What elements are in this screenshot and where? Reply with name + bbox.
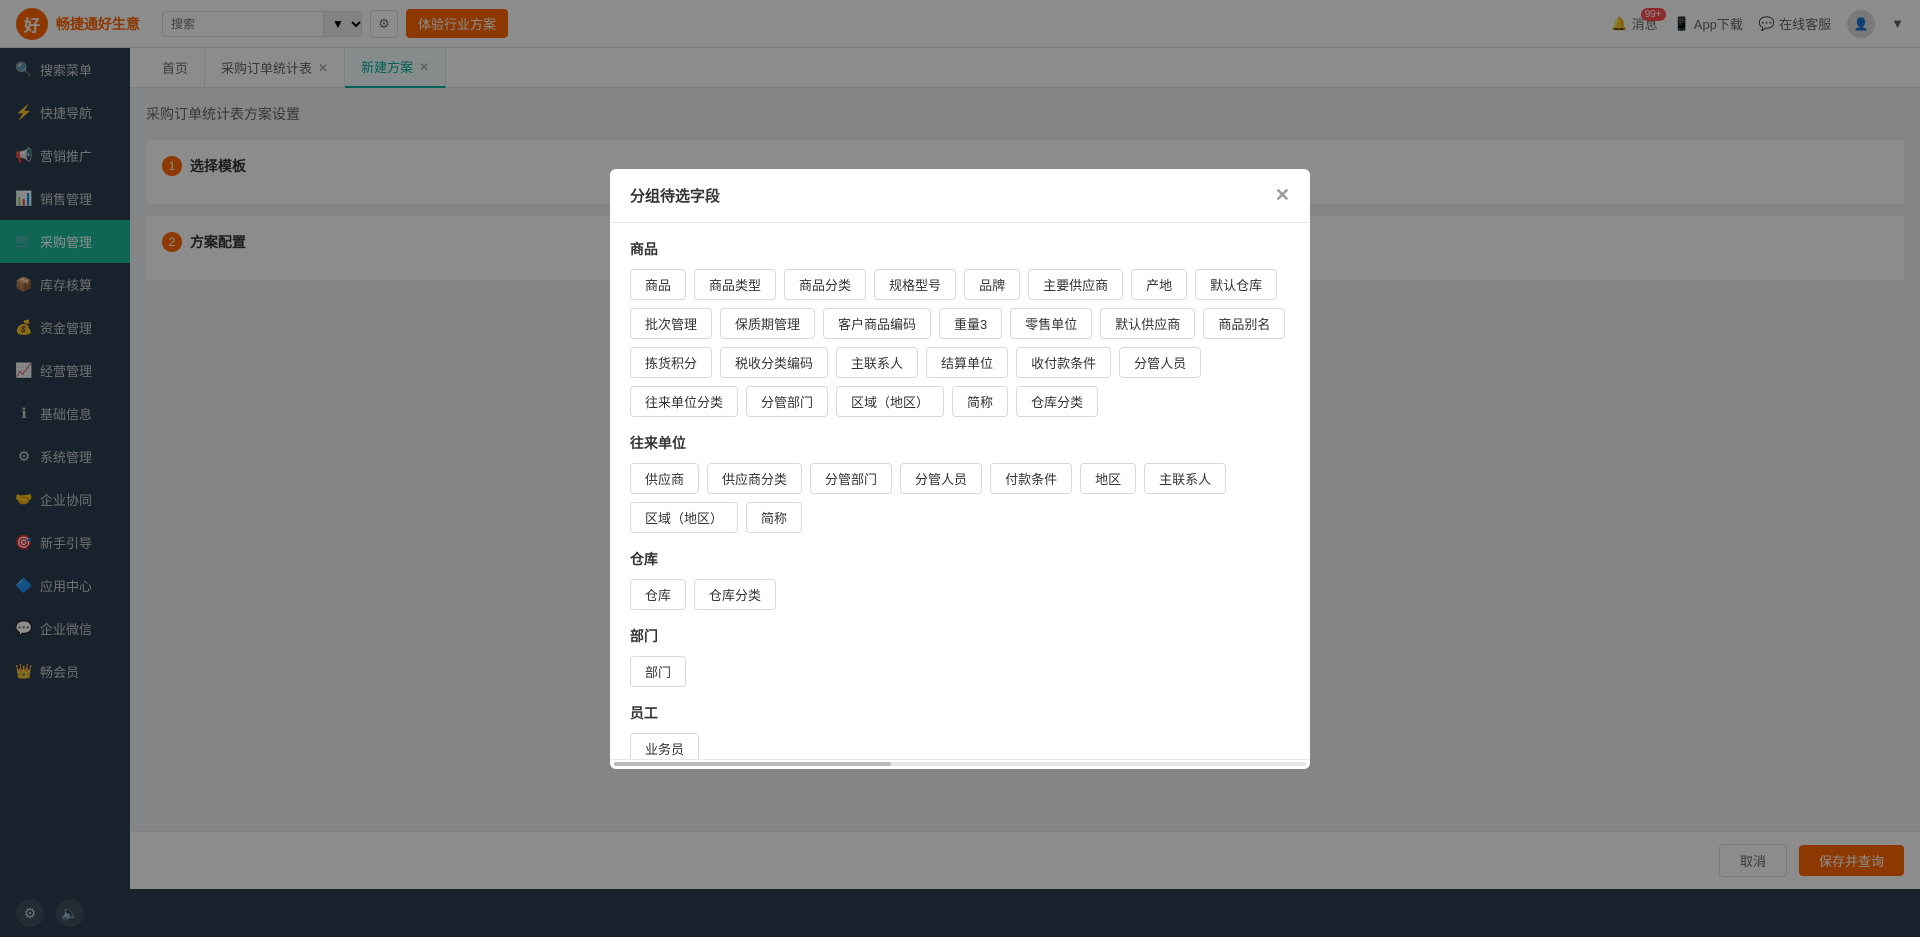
- field-tag-3-0[interactable]: 部门: [630, 656, 686, 687]
- field-group-2: 仓库仓库分类: [630, 579, 1290, 610]
- modal-close-button[interactable]: ✕: [1275, 186, 1290, 204]
- field-tag-0-12[interactable]: 零售单位: [1010, 308, 1092, 339]
- field-tag-0-18[interactable]: 结算单位: [926, 347, 1008, 378]
- field-tag-1-3[interactable]: 分管人员: [900, 463, 982, 494]
- field-tag-0-25[interactable]: 仓库分类: [1016, 386, 1098, 417]
- field-tag-0-5[interactable]: 主要供应商: [1028, 269, 1123, 300]
- section-title-1: 往来单位: [630, 433, 1290, 453]
- section-title-3: 部门: [630, 626, 1290, 646]
- field-tag-0-6[interactable]: 产地: [1131, 269, 1187, 300]
- field-tag-0-23[interactable]: 区域（地区）: [836, 386, 944, 417]
- field-tag-1-6[interactable]: 主联系人: [1144, 463, 1226, 494]
- field-tag-1-5[interactable]: 地区: [1080, 463, 1136, 494]
- field-tag-1-7[interactable]: 区域（地区）: [630, 502, 738, 533]
- field-group-0: 商品商品类型商品分类规格型号品牌主要供应商产地默认仓库批次管理保质期管理客户商品…: [630, 269, 1290, 417]
- modal-body[interactable]: 商品商品商品类型商品分类规格型号品牌主要供应商产地默认仓库批次管理保质期管理客户…: [610, 223, 1310, 759]
- section-title-0: 商品: [630, 239, 1290, 259]
- field-tag-0-4[interactable]: 品牌: [964, 269, 1020, 300]
- field-tag-0-13[interactable]: 默认供应商: [1100, 308, 1195, 339]
- field-tag-0-11[interactable]: 重量3: [939, 308, 1002, 339]
- field-tag-0-15[interactable]: 拣货积分: [630, 347, 712, 378]
- field-tag-0-3[interactable]: 规格型号: [874, 269, 956, 300]
- field-tag-0-17[interactable]: 主联系人: [836, 347, 918, 378]
- field-tag-1-2[interactable]: 分管部门: [810, 463, 892, 494]
- field-tag-0-7[interactable]: 默认仓库: [1195, 269, 1277, 300]
- field-tag-0-22[interactable]: 分管部门: [746, 386, 828, 417]
- field-group-1: 供应商供应商分类分管部门分管人员付款条件地区主联系人区域（地区） 简称: [630, 463, 1290, 533]
- modal-header: 分组待选字段 ✕: [610, 169, 1310, 223]
- field-tag-0-9[interactable]: 保质期管理: [720, 308, 815, 339]
- section-title-4: 员工: [630, 703, 1290, 723]
- modal-overlay: 分组待选字段 ✕ 商品商品商品类型商品分类规格型号品牌主要供应商产地默认仓库批次…: [0, 0, 1920, 937]
- field-tag-0-0[interactable]: 商品: [630, 269, 686, 300]
- field-tag-0-20[interactable]: 分管人员: [1119, 347, 1201, 378]
- field-group-3: 部门: [630, 656, 1290, 687]
- field-tag-0-14[interactable]: 商品别名: [1203, 308, 1285, 339]
- field-group-4: 业务员: [630, 733, 1290, 759]
- field-tag-4-0[interactable]: 业务员: [630, 733, 699, 759]
- modal-dialog: 分组待选字段 ✕ 商品商品商品类型商品分类规格型号品牌主要供应商产地默认仓库批次…: [610, 169, 1310, 769]
- field-tag-0-2[interactable]: 商品分类: [784, 269, 866, 300]
- field-tag-0-16[interactable]: 税收分类编码: [720, 347, 828, 378]
- field-tag-1-8[interactable]: 简称: [746, 502, 802, 533]
- field-tag-2-0[interactable]: 仓库: [630, 579, 686, 610]
- field-tag-0-1[interactable]: 商品类型: [694, 269, 776, 300]
- section-title-2: 仓库: [630, 549, 1290, 569]
- field-tag-1-1[interactable]: 供应商分类: [707, 463, 802, 494]
- field-tag-1-4[interactable]: 付款条件: [990, 463, 1072, 494]
- field-tag-0-21[interactable]: 往来单位分类: [630, 386, 738, 417]
- modal-title: 分组待选字段: [630, 185, 720, 206]
- modal-horizontal-scrollbar[interactable]: [610, 759, 1310, 769]
- field-tag-0-8[interactable]: 批次管理: [630, 308, 712, 339]
- field-tag-1-0[interactable]: 供应商: [630, 463, 699, 494]
- field-tag-2-1[interactable]: 仓库分类: [694, 579, 776, 610]
- field-tag-0-24[interactable]: 简称: [952, 386, 1008, 417]
- field-tag-0-10[interactable]: 客户商品编码: [823, 308, 931, 339]
- field-tag-0-19[interactable]: 收付款条件: [1016, 347, 1111, 378]
